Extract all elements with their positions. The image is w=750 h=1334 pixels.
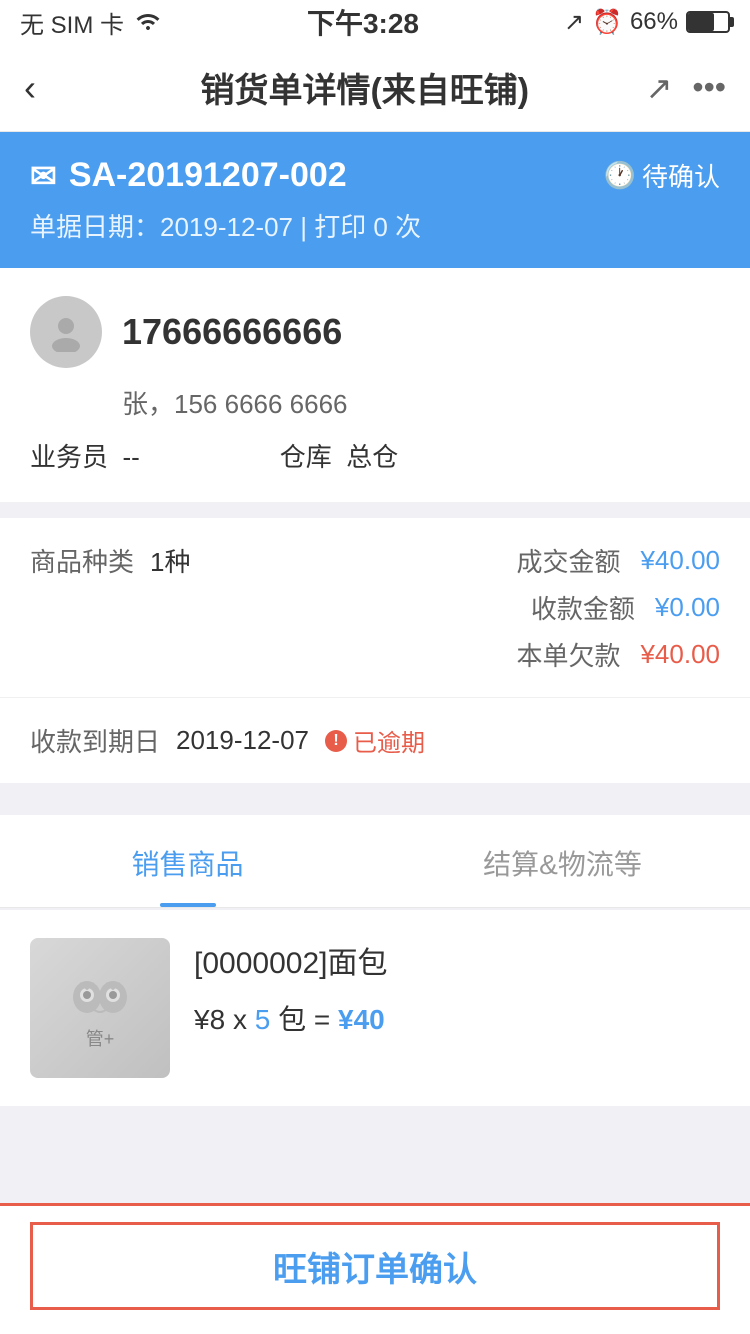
amount-label-0: 成交金额 — [516, 542, 620, 579]
tab-bar: 销售商品 结算&物流等 — [0, 815, 750, 908]
warehouse-field: 仓库 总仓 — [280, 437, 398, 474]
tab-sales-product[interactable]: 销售商品 — [0, 815, 375, 907]
status-bar: 无 SIM 卡 下午3:28 ↗ ⏰ 66% — [0, 0, 750, 44]
product-info: [0000002]面包 ¥8 x 5 包 = ¥40 — [194, 938, 720, 1078]
share-icon[interactable]: ↗ — [646, 69, 673, 107]
confirm-button[interactable]: 旺铺订单确认 — [30, 1222, 720, 1310]
amount-value-1: ¥0.00 — [655, 592, 720, 623]
status-clock-icon: 🕐 — [604, 160, 636, 191]
overdue-badge: ! 已逾期 — [325, 723, 425, 758]
amount-row-2: 本单欠款 ¥40.00 — [516, 636, 720, 673]
divider-2 — [0, 783, 750, 799]
back-button[interactable]: ‹ — [24, 67, 84, 109]
warehouse-value: 总仓 — [346, 442, 398, 472]
customer-name: 张，156 6666 6666 — [122, 384, 720, 421]
page-title: 销货单详情(来自旺铺) — [84, 63, 646, 112]
tab-sales-product-label: 销售商品 — [131, 849, 243, 880]
amount-value-2: ¥40.00 — [640, 639, 720, 670]
amount-value-0: ¥40.00 — [640, 545, 720, 576]
customer-meta: 业务员 -- 仓库 总仓 — [30, 437, 720, 474]
status-right: ↗ ⏰ 66% — [564, 8, 730, 37]
more-icon[interactable]: ••• — [692, 69, 726, 106]
divider-1 — [0, 502, 750, 518]
battery-icon — [686, 11, 730, 33]
tab-settlement-label: 结算&物流等 — [483, 849, 642, 880]
unit-price: ¥8 — [194, 1004, 225, 1035]
salesperson-value: -- — [122, 442, 139, 472]
warehouse-label: 仓库 — [280, 442, 332, 472]
unit: 包 — [278, 1004, 306, 1035]
overdue-text: 已逾期 — [353, 723, 425, 758]
order-id-row: ✉ SA-20191207-002 🕐 待确认 — [30, 156, 720, 195]
nav-actions: ↗ ••• — [646, 69, 726, 107]
bottom-button-area: 旺铺订单确认 — [0, 1203, 750, 1334]
product-thumbnail: 管+ — [30, 938, 170, 1078]
amount-row-1: 收款金额 ¥0.00 — [531, 589, 720, 626]
due-date-value: 2019-12-07 — [176, 725, 309, 756]
alarm-icon: ⏰ — [592, 8, 622, 37]
overdue-icon: ! — [325, 730, 347, 752]
due-row: 收款到期日 2019-12-07 ! 已逾期 — [30, 722, 720, 759]
status-left: 无 SIM 卡 — [20, 5, 162, 40]
multiply-sign: x — [233, 1004, 255, 1035]
battery-percent: 66% — [630, 8, 678, 36]
product-section: 管+ [0000002]面包 ¥8 x 5 包 = ¥40 — [0, 910, 750, 1106]
status-time: 下午3:28 — [307, 2, 419, 42]
category-value: 1种 — [150, 542, 190, 579]
nav-bar: ‹ 销货单详情(来自旺铺) ↗ ••• — [0, 44, 750, 132]
carrier-label: 无 SIM 卡 — [20, 5, 124, 40]
order-header-card: ✉ SA-20191207-002 🕐 待确认 单据日期：2019-12-07 … — [0, 132, 750, 268]
order-date: 单据日期：2019-12-07 | 打印 0 次 — [30, 207, 720, 244]
equals-sign: = — [314, 1004, 338, 1035]
avatar — [30, 296, 102, 368]
order-id: ✉ SA-20191207-002 — [30, 156, 347, 195]
product-thumb-inner: 管+ — [30, 938, 170, 1078]
quantity: 5 — [255, 1004, 271, 1035]
category-label: 商品种类 — [30, 542, 134, 579]
salesperson-label: 业务员 — [30, 442, 108, 472]
salesperson-field: 业务员 -- — [30, 437, 140, 474]
order-id-text: SA-20191207-002 — [69, 156, 347, 195]
customer-section: 17666666666 张，156 6666 6666 业务员 -- 仓库 总仓 — [0, 268, 750, 502]
due-label: 收款到期日 — [30, 722, 160, 759]
amount-label-1: 收款金额 — [531, 589, 635, 626]
status-text: 待确认 — [642, 157, 720, 194]
location-icon: ↗ — [564, 8, 584, 37]
summary-right: 成交金额 ¥40.00 收款金额 ¥0.00 本单欠款 ¥40.00 — [516, 542, 720, 673]
amount-row-0: 成交金额 ¥40.00 — [516, 542, 720, 579]
amount-label-2: 本单欠款 — [516, 636, 620, 673]
wifi-icon — [134, 8, 162, 37]
customer-phone: 17666666666 — [122, 311, 342, 353]
product-name: [0000002]面包 — [194, 938, 720, 982]
customer-row: 17666666666 — [30, 296, 720, 368]
summary-section: 商品种类 1种 成交金额 ¥40.00 收款金额 ¥0.00 本单欠款 ¥40.… — [0, 518, 750, 697]
due-section: 收款到期日 2019-12-07 ! 已逾期 — [0, 697, 750, 783]
product-item: 管+ [0000002]面包 ¥8 x 5 包 = ¥40 — [30, 938, 720, 1078]
product-price-row: ¥8 x 5 包 = ¥40 — [194, 998, 720, 1038]
total-price: ¥40 — [338, 1004, 385, 1035]
order-icon: ✉ — [30, 157, 57, 195]
order-status: 🕐 待确认 — [604, 157, 720, 194]
tab-settlement[interactable]: 结算&物流等 — [375, 815, 750, 907]
summary-left: 商品种类 1种 — [30, 542, 190, 579]
